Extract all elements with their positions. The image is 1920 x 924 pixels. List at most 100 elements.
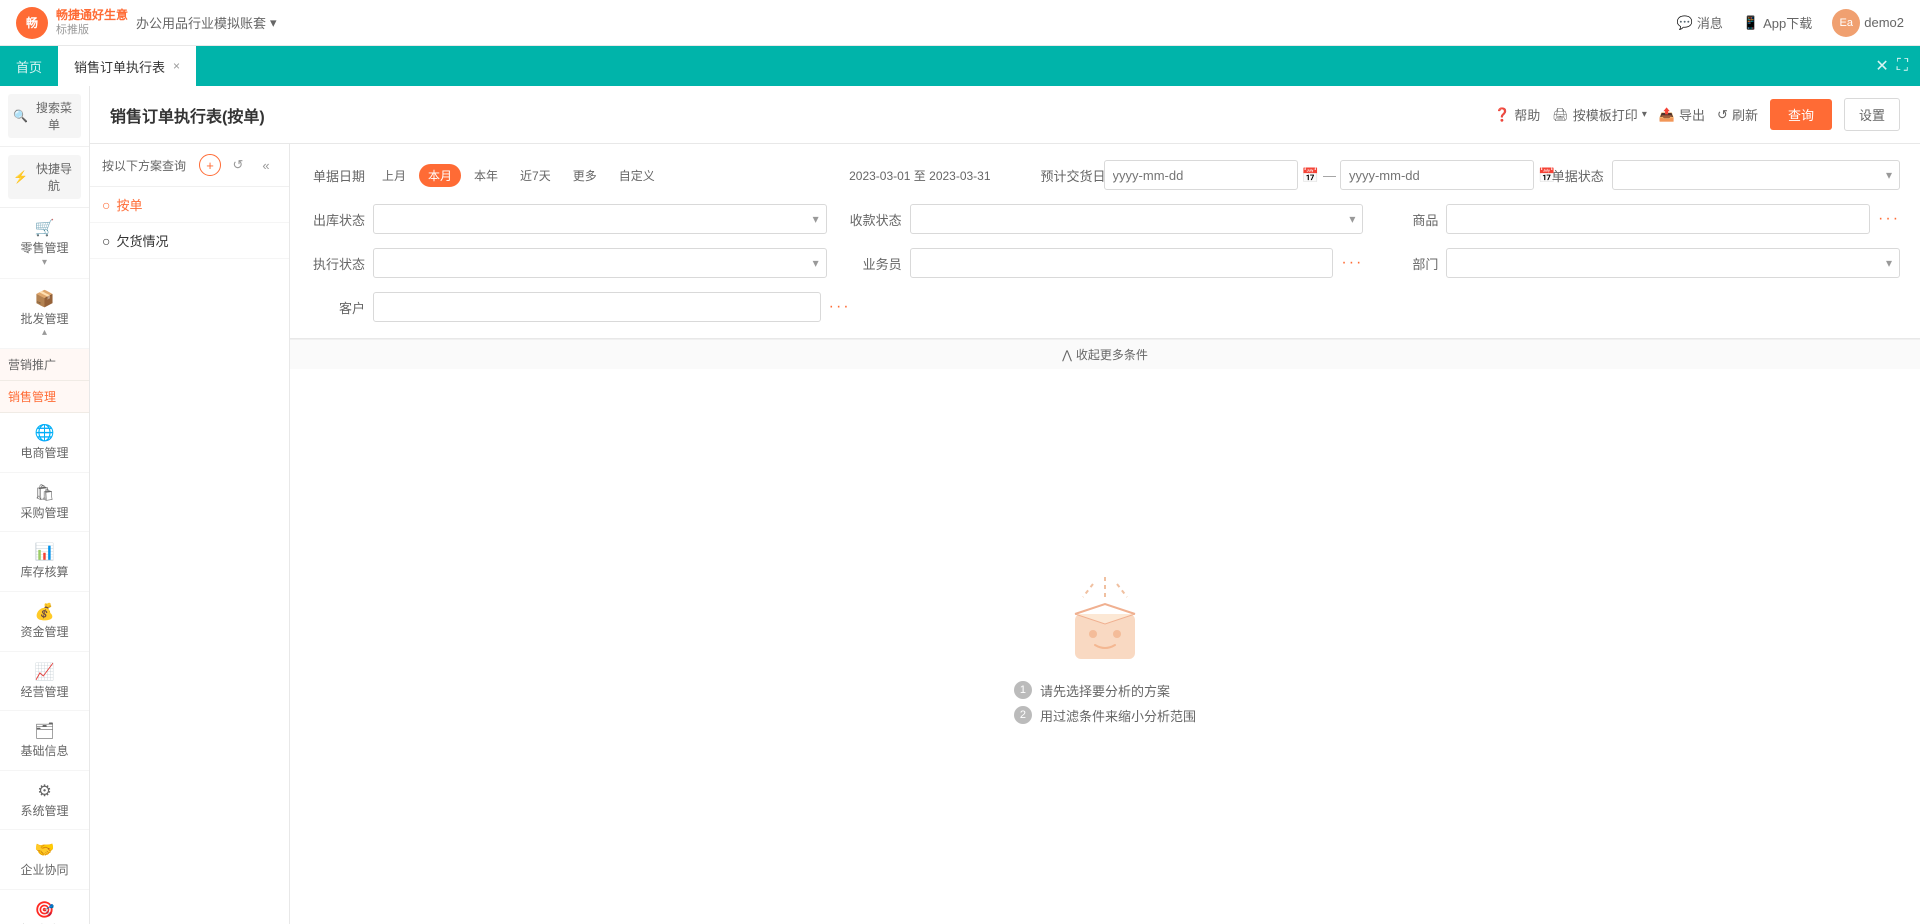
scheme-item-backorder[interactable]: ○ 欠货情况 [90,223,289,259]
help-label: 帮助 [1514,105,1540,124]
page-header-actions: ❓ 帮助 🖨 按模板打印 📤 导出 ↺ 刷新 查询 [1494,98,1900,131]
filter-expected-date: 预计交货日期 📅 — 📅 [1041,160,1509,190]
collapse-label: 收起更多条件 [1076,346,1148,363]
sidebar-subitem-sales[interactable]: 销售管理 [0,381,89,413]
filter-wrap: 单据日期 上月 本月 本年 近7天 更多 自定义 2023 [290,144,1920,369]
basic-label: 基础信息 [20,744,68,760]
nav-tabs: 首页 销售订单执行表 × ✕ ⛶ [0,46,1920,86]
sidebar-item-system[interactable]: ⚙ 系统管理 [0,771,89,831]
quick-nav-icon: ⚡ [13,170,28,184]
empty-svg [1055,569,1155,669]
scheme-add-button[interactable]: + [199,154,221,176]
exec-status-select[interactable]: 执行中 已完成 [373,248,827,278]
query-button[interactable]: 查询 [1770,99,1832,130]
content-area: 销售订单执行表(按单) ❓ 帮助 🖨 按模板打印 📤 导出 ↺ 刷新 [90,86,1920,924]
scheme-collapse-button[interactable]: « [255,154,277,176]
date-btn-this-month[interactable]: 本月 [419,164,461,187]
scheme-header-actions: + ↺ « [199,154,277,176]
app-download-label: App下载 [1763,13,1812,32]
page-header: 销售订单执行表(按单) ❓ 帮助 🖨 按模板打印 📤 导出 ↺ 刷新 [90,86,1920,144]
sidebar-item-wholesale[interactable]: 📦 批发管理 ▴ [0,279,89,350]
breadcrumb[interactable]: 办公用品行业模拟账套 ▾ [136,13,277,32]
dept-select[interactable] [1446,248,1900,278]
filter-payment-status: 收款状态 未收款 部分收款 全部收款 [847,204,1364,234]
sidebar-item-inventory[interactable]: 📊 库存核算 [0,532,89,592]
ecommerce-label: 电商管理 [20,446,68,462]
help-button[interactable]: ❓ 帮助 [1494,105,1540,124]
scheme-backorder-icon: ○ [102,233,110,249]
sidebar-item-purchase[interactable]: 🛍 采购管理 [0,473,89,533]
tab-maximize-icon[interactable]: ⛶ [1897,57,1908,75]
expected-date-from[interactable] [1104,160,1298,190]
hint-text-1: 请先选择要分析的方案 [1040,681,1170,700]
sidebar-item-basic[interactable]: 🗂 基础信息 [0,711,89,771]
date-btn-7days[interactable]: 近7天 [511,164,560,187]
avatar-initials: Ea [1840,17,1853,29]
refresh-button[interactable]: ↺ 刷新 [1717,105,1758,124]
date-btn-custom[interactable]: 自定义 [610,164,664,187]
sidebar-item-newbie[interactable]: 🎯 新手引导 [0,890,89,924]
date-btn-last-month[interactable]: 上月 [373,164,415,187]
scheme-refresh-button[interactable]: ↺ [227,154,249,176]
doc-status-select[interactable]: 待审核 已审核 已关闭 [1612,160,1900,190]
sales-label: 销售管理 [8,388,56,405]
message-action[interactable]: 💬 消息 [1677,13,1723,32]
customer-select-btn[interactable]: ··· [829,298,851,316]
tab-close-btn[interactable]: × [173,59,180,73]
tab-home[interactable]: 首页 [0,46,58,86]
sidebar-search-section: 🔍 搜索菜单 [0,86,89,147]
app-download-action[interactable]: 📱 App下载 [1743,13,1812,32]
sidebar-item-ecommerce[interactable]: 🌐 电商管理 [0,413,89,473]
salesperson-select-btn[interactable]: ··· [1341,254,1363,272]
filter-row-4: 客户 ··· [310,292,1900,322]
basic-icon: 🗂 [34,721,54,741]
dept-label: 部门 [1383,254,1438,273]
filter-dept: 部门 [1383,248,1900,278]
collapse-conditions-row[interactable]: ⋀ 收起更多条件 [290,339,1920,369]
quick-nav-button[interactable]: ⚡ 快捷导航 [8,155,81,199]
goods-select-btn[interactable]: ··· [1878,210,1900,228]
expected-date-to[interactable] [1340,160,1534,190]
page-title: 销售订单执行表(按单) [110,103,265,127]
tab-sales-order[interactable]: 销售订单执行表 × [58,46,196,86]
filter-row-2: 出库状态 未出库 部分出库 全部出库 [310,204,1900,234]
scheme-item-by-order[interactable]: ○ 按单 [90,187,289,223]
query-label: 查询 [1788,108,1814,123]
doc-status-label: 单据状态 [1549,166,1604,185]
user-action[interactable]: Ea demo2 [1832,9,1904,37]
date-quick-btns: 上月 本月 本年 近7天 更多 自定义 [373,164,664,187]
delivery-status-select[interactable]: 未出库 部分出库 全部出库 [373,204,827,234]
tab-close-window-icon[interactable]: ✕ [1875,56,1888,76]
goods-label: 商品 [1383,210,1438,229]
export-button[interactable]: 📤 导出 [1659,105,1705,124]
empty-hints: 1 请先选择要分析的方案 2 用过滤条件来缩小分析范围 [1014,681,1196,725]
sidebar-item-operations[interactable]: 📈 经营管理 [0,652,89,712]
sidebar-item-retail[interactable]: 🛒 零售管理 ▾ [0,208,89,279]
app-sub: 标推版 [56,23,128,37]
settings-button[interactable]: 设置 [1844,98,1900,131]
wholesale-submenu: 营销推广 销售管理 [0,349,89,413]
payment-status-select[interactable]: 未收款 部分收款 全部收款 [910,204,1364,234]
empty-illustration [1055,569,1155,669]
goods-input[interactable] [1446,204,1870,234]
cal-icon-from[interactable]: 📅 [1302,167,1319,184]
customer-input[interactable] [373,292,821,322]
search-menu-button[interactable]: 🔍 搜索菜单 [8,94,81,138]
sidebar-item-enterprise[interactable]: 🤝 企业协同 [0,830,89,890]
export-label: 导出 [1679,105,1705,124]
date-btn-more[interactable]: 更多 [564,164,606,187]
main-layout: 🔍 搜索菜单 ⚡ 快捷导航 🛒 零售管理 ▾ 📦 批发管理 ▴ 营销推广 [0,86,1920,924]
date-btn-this-year[interactable]: 本年 [465,164,507,187]
filter-goods: 商品 ··· [1383,204,1900,234]
filter-exec-status: 执行状态 执行中 已完成 [310,248,827,278]
sidebar-subitem-marketing[interactable]: 营销推广 [0,349,89,381]
retail-icon: 🛒 [35,218,55,238]
filter-row-1: 单据日期 上月 本月 本年 近7天 更多 自定义 2023 [310,160,1900,190]
operations-icon: 📈 [35,662,55,682]
salesperson-input[interactable] [910,248,1334,278]
print-button[interactable]: 🖨 按模板打印 [1552,105,1647,124]
filter-row-3: 执行状态 执行中 已完成 业务员 [310,248,1900,278]
newbie-icon: 🎯 [35,900,55,920]
expected-date-label: 预计交货日期 [1041,166,1096,185]
sidebar-item-finance[interactable]: 💰 资金管理 [0,592,89,652]
